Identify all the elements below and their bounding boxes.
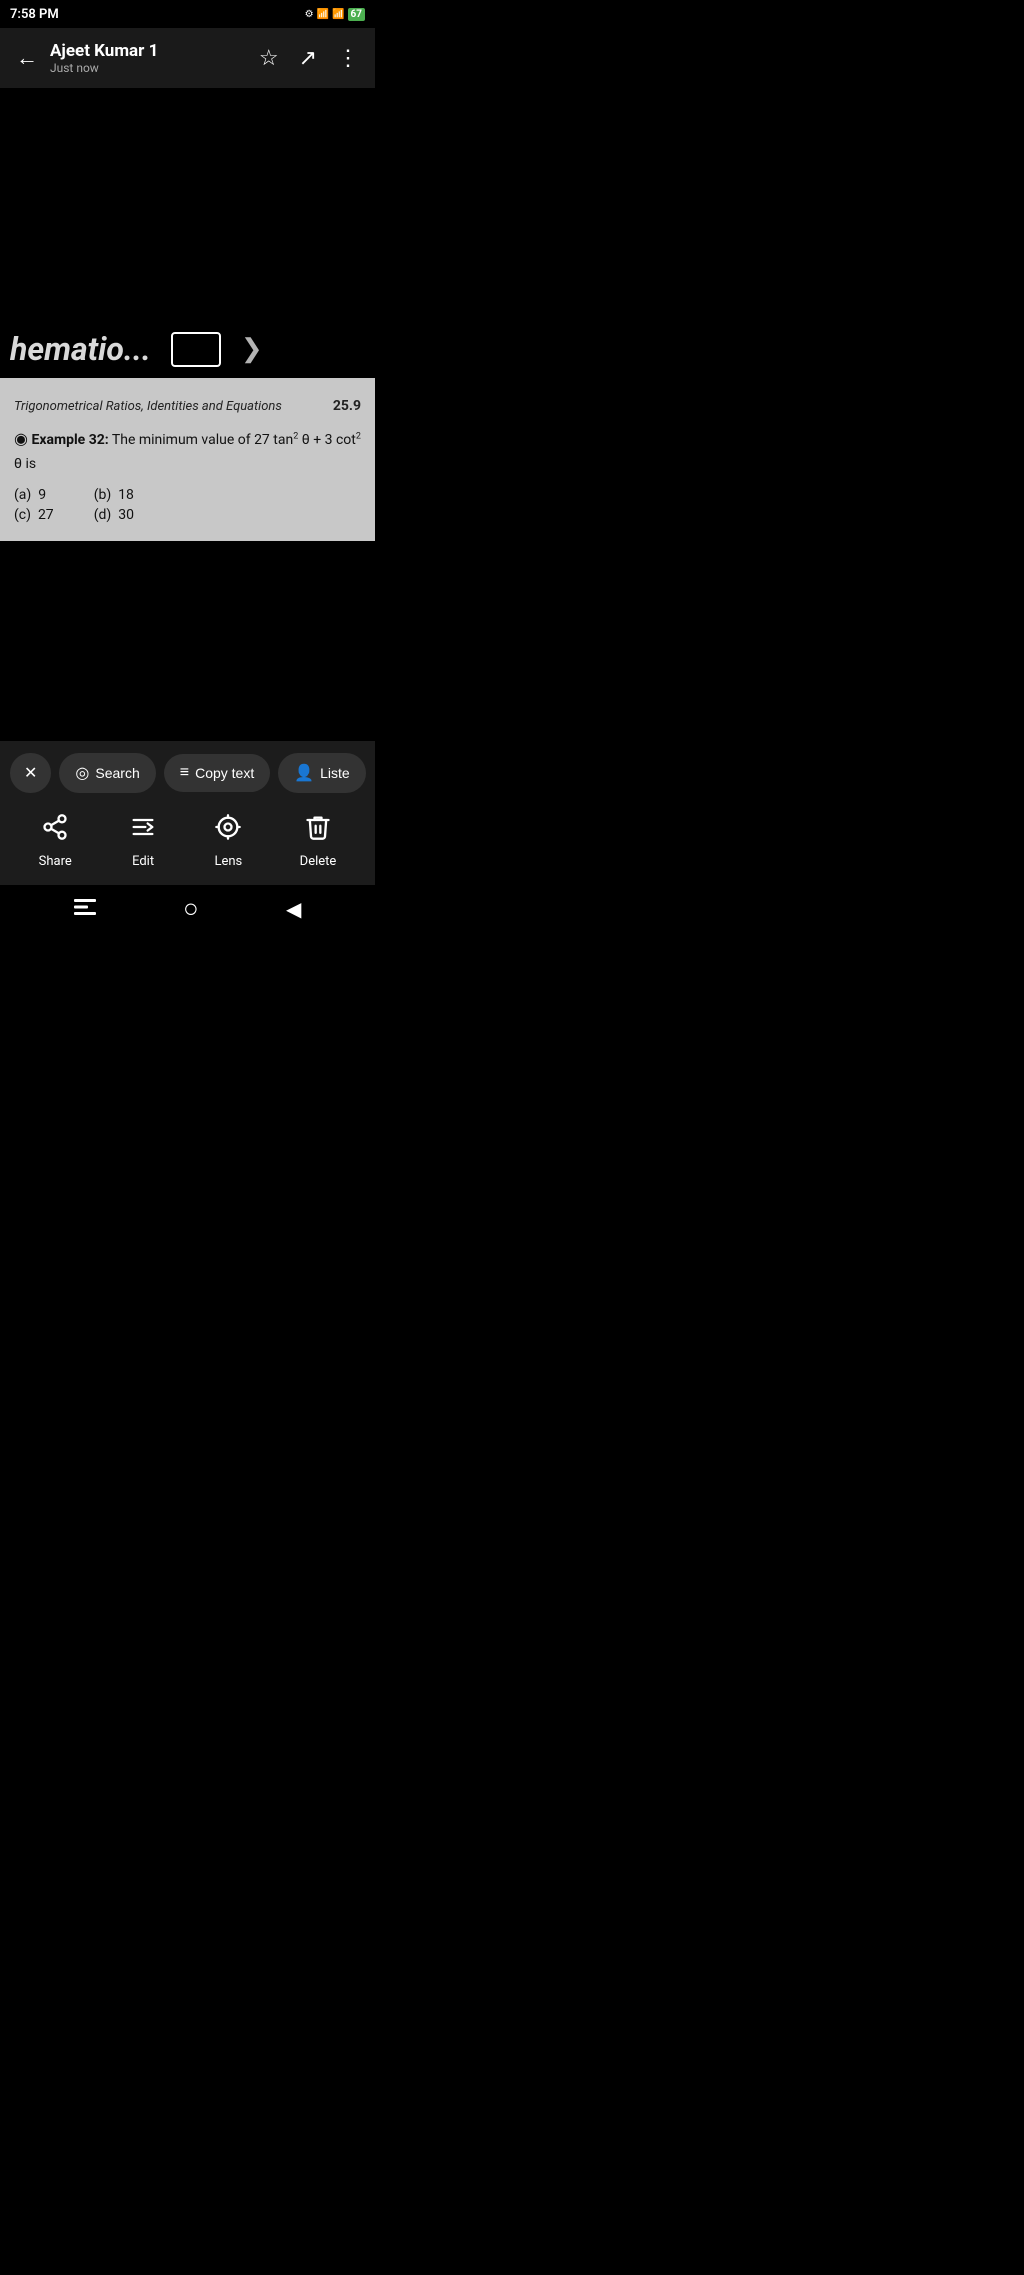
option-d: (d) 30 xyxy=(94,507,134,523)
more-options-icon[interactable]: ⋮ xyxy=(329,38,367,79)
dark-top-area: hematio... ❯ xyxy=(0,88,375,378)
battery-indicator: 67 xyxy=(348,8,365,21)
option-a: (a) 9 xyxy=(14,487,54,503)
tab-indicator xyxy=(171,332,221,367)
partial-word: hematio... xyxy=(10,330,151,368)
option-c: (c) 27 xyxy=(14,507,54,523)
bottom-toolbar: ✕ ◎ Search ≡ Copy text 👤 Liste Share xyxy=(0,741,375,885)
doc-example: ◉ Example 32: The minimum value of 27 ta… xyxy=(14,425,361,477)
partial-arrow: ❯ xyxy=(241,334,263,364)
nav-home-icon[interactable]: ○ xyxy=(183,896,199,922)
copy-icon: ≡ xyxy=(180,764,189,782)
toolbar-actions-row: Share Edit xyxy=(10,807,365,877)
chat-title: Ajeet Kumar 1 xyxy=(50,41,251,61)
lens-action-icon xyxy=(214,813,242,848)
toolbar-top-row: ✕ ◎ Search ≡ Copy text 👤 Liste xyxy=(10,753,365,793)
nav-back-icon[interactable]: ◀ xyxy=(286,897,301,921)
search-button[interactable]: ◎ Search xyxy=(59,753,155,793)
search-label: Search xyxy=(95,765,139,781)
close-icon: ✕ xyxy=(24,763,37,783)
signal-icon: 📶 xyxy=(332,9,344,20)
copy-text-button[interactable]: ≡ Copy text xyxy=(164,754,270,792)
circle-icon: ◉ xyxy=(14,429,28,448)
listen-button[interactable]: 👤 Liste xyxy=(278,753,366,793)
delete-action[interactable]: Delete xyxy=(300,813,337,869)
lens-action[interactable]: Lens xyxy=(214,813,242,869)
star-icon[interactable]: ☆ xyxy=(251,38,287,79)
status-icons: ⚙ 📶 📶 67 xyxy=(305,8,365,21)
options-col-left: (a) 9 (c) 27 xyxy=(14,487,54,523)
doc-subtitle: Trigonometrical Ratios, Identities and E… xyxy=(14,396,361,417)
edit-action-icon xyxy=(129,813,157,848)
document-content-area: Trigonometrical Ratios, Identities and E… xyxy=(0,378,375,541)
example-label: Example 32: xyxy=(31,432,108,448)
options-section: (a) 9 (c) 27 (b) 18 (d) 30 xyxy=(14,487,361,523)
chat-subtitle: Just now xyxy=(50,61,251,75)
wifi-icon: 📶 xyxy=(317,9,329,20)
edit-action[interactable]: Edit xyxy=(129,813,157,869)
share-label: Share xyxy=(39,854,72,869)
dark-middle-area xyxy=(0,541,375,741)
share-action-icon xyxy=(41,813,69,848)
edit-label: Edit xyxy=(132,854,154,869)
back-button[interactable]: ← xyxy=(8,37,46,79)
doc-subtitle-text: Trigonometrical Ratios, Identities and E… xyxy=(14,397,282,417)
status-bar: 7:58 PM ⚙ 📶 📶 67 xyxy=(0,0,375,28)
partial-text-row: hematio... ❯ xyxy=(0,330,273,368)
lens-label: Lens xyxy=(214,854,242,869)
listen-icon: 👤 xyxy=(294,763,314,783)
nav-bar: ○ ◀ xyxy=(0,885,375,933)
share-icon[interactable]: ↗ xyxy=(291,38,325,79)
search-lens-icon: ◎ xyxy=(75,763,89,783)
share-action[interactable]: Share xyxy=(39,813,72,869)
options-row: (a) 9 (c) 27 (b) 18 (d) 30 xyxy=(14,487,361,523)
nav-menu-icon[interactable] xyxy=(74,896,96,921)
app-bar-actions: ☆ ↗ ⋮ xyxy=(251,38,367,79)
gear-icon: ⚙ xyxy=(305,9,314,20)
copy-text-label: Copy text xyxy=(195,765,254,781)
listen-label: Liste xyxy=(320,765,350,781)
delete-label: Delete xyxy=(300,854,337,869)
options-col-right: (b) 18 (d) 30 xyxy=(94,487,134,523)
option-b: (b) 18 xyxy=(94,487,134,503)
status-time: 7:58 PM xyxy=(10,7,59,22)
page-number: 25.9 xyxy=(333,396,361,417)
close-button[interactable]: ✕ xyxy=(10,753,51,793)
title-block: Ajeet Kumar 1 Just now xyxy=(50,41,251,75)
app-bar: ← Ajeet Kumar 1 Just now ☆ ↗ ⋮ xyxy=(0,28,375,88)
delete-action-icon xyxy=(304,813,332,848)
